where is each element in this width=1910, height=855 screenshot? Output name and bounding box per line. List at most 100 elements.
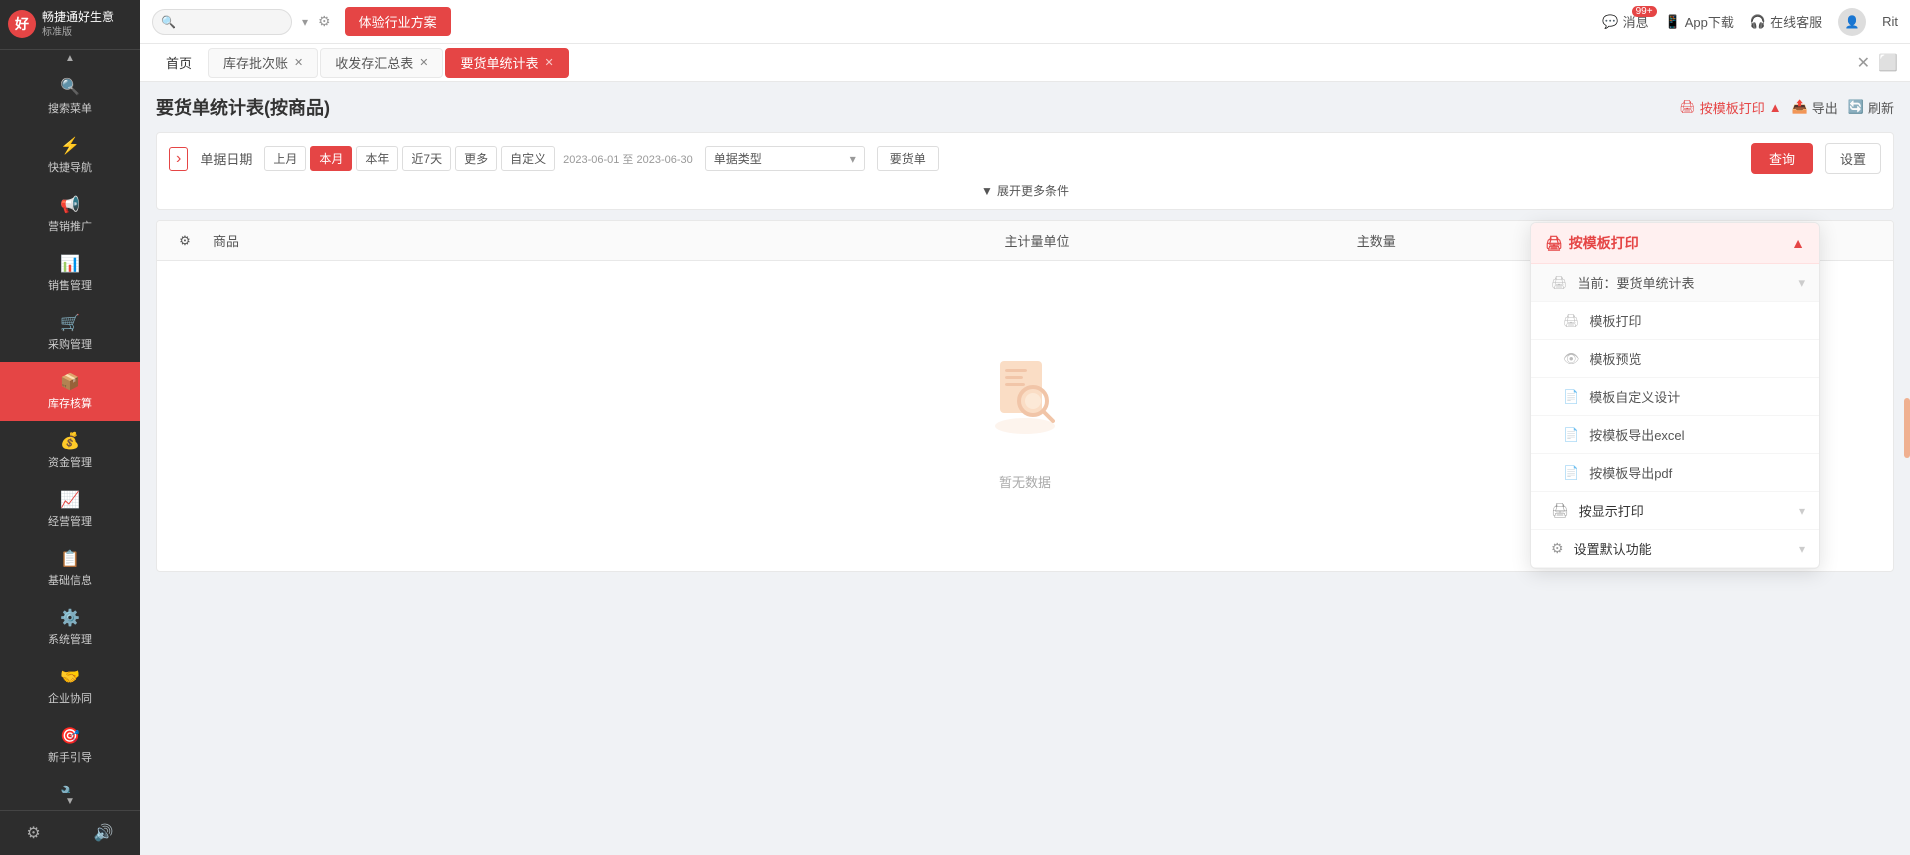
logo-icon: 好 [8,10,36,38]
tab-requisition-stats[interactable]: 要货单统计表 ✕ [445,48,568,78]
goods-filter[interactable]: 要货单 [877,146,939,171]
sidebar-item-sales[interactable]: 📊 销售管理 [0,244,140,303]
date-btn-more[interactable]: 更多 [455,146,497,171]
export-button[interactable]: 📤 导出 [1792,98,1838,117]
user-name: Rit [1882,14,1898,29]
volume-icon[interactable]: 🔊 [90,819,118,847]
export-excel-icon: 📄 [1563,427,1579,443]
sidebar-item-inventory[interactable]: 📦 库存核算 [0,362,140,421]
search-input[interactable] [180,15,270,29]
close-window-button[interactable]: ✕ [1857,53,1870,73]
sidebar-scroll-up[interactable]: ▲ [0,50,140,67]
message-button[interactable]: 💬 消息 99+ [1602,12,1648,31]
topbar-actions: 💬 消息 99+ 📱 App下载 🎧 在线客服 👤 Rit [1602,8,1898,36]
date-btn-this-year[interactable]: 本年 [356,146,398,171]
template-print-item[interactable]: 🖨 模板打印 [1531,302,1819,340]
set-default-item[interactable]: ⚙ 设置默认功能 ▾ [1531,530,1819,568]
tab-batch-accounts[interactable]: 库存批次账 ✕ [208,48,318,78]
sidebar-item-operations[interactable]: 📈 经营管理 [0,480,140,539]
expand-more-btn[interactable]: ▼ 展开更多条件 [981,182,1069,199]
col-settings[interactable]: ⚙ [165,233,205,249]
sidebar-item-search[interactable]: 🔍 搜索菜单 [0,67,140,126]
user-avatar[interactable]: 👤 [1838,8,1866,36]
date-btn-custom[interactable]: 自定义 [501,146,555,171]
tab-collection-summary[interactable]: 收发存汇总表 ✕ [320,48,443,78]
print-dropdown-header: 🖨 按模板打印 ▲ [1531,223,1819,264]
refresh-label: 刷新 [1868,98,1894,117]
sidebar-item-system[interactable]: ⚙️ 系统管理 [0,598,140,657]
app-download-label: App下载 [1685,12,1734,31]
print-dropdown-close-button[interactable]: ▲ [1791,235,1805,251]
date-btn-last-month[interactable]: 上月 [264,146,306,171]
print-label: 按模板打印 [1700,98,1765,117]
maximize-window-button[interactable]: ⬜ [1878,53,1898,73]
sidebar-item-basic[interactable]: 📋 基础信息 [0,539,140,598]
online-service-button[interactable]: 🎧 在线客服 [1750,12,1822,31]
empty-illustration [975,341,1075,460]
current-template-item[interactable]: 🖨 当前：要货单统计表 ▾ [1531,264,1819,302]
sidebar-label-basic: 基础信息 [48,572,92,588]
tab-requisition-stats-close[interactable]: ✕ [545,56,554,69]
type-select[interactable]: 单据类型 ▾ [705,146,865,171]
sidebar-item-finance[interactable]: 💰 资金管理 [0,421,140,480]
export-excel-label: 按模板导出excel [1589,425,1684,444]
sidebar-item-purchase[interactable]: 🛒 采购管理 [0,303,140,362]
set-default-label: 设置默认功能 [1574,539,1652,558]
trial-button[interactable]: 体验行业方案 [345,7,451,36]
display-print-item[interactable]: 🖨 按显示打印 ▾ [1531,492,1819,530]
finance-icon: 💰 [60,431,80,451]
template-preview-item[interactable]: 👁 模板预览 [1531,340,1819,378]
sidebar-item-apps[interactable]: 🔧 应用中心 [0,775,140,793]
sidebar-item-collab[interactable]: 🤝 企业协同 [0,657,140,716]
refresh-button[interactable]: 🔄 刷新 [1848,98,1894,117]
tab-collection-summary-close[interactable]: ✕ [419,56,428,69]
gear-icon[interactable]: ⚙ [318,13,331,30]
system-icon: ⚙️ [60,608,80,628]
filter-expand-icon[interactable]: › [169,147,188,171]
tab-batch-accounts-close[interactable]: ✕ [294,56,303,69]
sidebar-label-collab: 企业协同 [48,690,92,706]
expand-label: 展开更多条件 [997,182,1069,199]
export-pdf-item[interactable]: 📄 按模板导出pdf [1531,454,1819,492]
template-custom-icon: 📄 [1563,389,1579,405]
export-excel-item[interactable]: 📄 按模板导出excel [1531,416,1819,454]
col-quantity: 主数量 [1207,231,1546,250]
print-dropdown: 🖨 按模板打印 ▲ 🖨 当前：要货单统计表 ▾ 🖨 模板打印 👁 模板预览 [1530,222,1820,569]
export-icon: 📤 [1792,99,1808,115]
sidebar-item-marketing[interactable]: 📢 营销推广 [0,185,140,244]
print-dropdown-title: 🖨 按模板打印 [1545,233,1639,253]
collab-icon: 🤝 [60,667,80,687]
settings-button[interactable]: 设置 [1825,143,1881,174]
tab-home[interactable]: 首页 [152,48,206,78]
sidebar-label-operations: 经营管理 [48,513,92,529]
date-btn-this-month[interactable]: 本月 [310,146,352,171]
app-download-icon: 📱 [1665,14,1681,30]
template-custom-item[interactable]: 📄 模板自定义设计 [1531,378,1819,416]
settings-bottom-icon[interactable]: ⚙ [22,819,44,847]
date-btn-7days[interactable]: 近7天 [402,146,451,171]
export-pdf-label: 按模板导出pdf [1589,463,1672,482]
app-download-button[interactable]: 📱 App下载 [1665,12,1734,31]
tabbar: 首页 库存批次账 ✕ 收发存汇总表 ✕ 要货单统计表 ✕ ✕ ⬜ [140,44,1910,82]
tab-batch-accounts-label: 库存批次账 [223,53,288,72]
print-dropdown-title-icon: 🖨 [1545,235,1563,252]
col-quantity-label: 主数量 [1357,234,1396,249]
tab-home-label: 首页 [166,53,192,72]
search-chevron-icon[interactable]: ▾ [302,15,308,29]
sidebar-item-newbie[interactable]: 🎯 新手引导 [0,716,140,775]
search-box[interactable]: 🔍 [152,9,292,35]
print-template-button[interactable]: 🖨 按模板打印 ▲ [1679,98,1781,117]
filter-row: › 单据日期 上月 本月 本年 近7天 更多 自定义 2023-06-01 至 … [169,143,1881,174]
query-button[interactable]: 查询 [1751,143,1813,174]
sales-icon: 📊 [60,254,80,274]
empty-svg [975,341,1075,441]
refresh-icon: 🔄 [1848,99,1864,115]
page-title: 要货单统计表(按商品) [156,94,330,120]
export-label: 导出 [1812,98,1838,117]
sidebar: 好 畅捷通好生意 标准版 ▲ 🔍 搜索菜单 ⚡ 快捷导航 📢 营销推广 📊 销售… [0,0,140,855]
expand-down-icon: ▼ [981,184,993,198]
scroll-indicator [1904,398,1910,458]
sidebar-scroll-down[interactable]: ▼ [0,793,140,810]
sidebar-label-inventory: 库存核算 [48,395,92,411]
sidebar-item-quick-nav[interactable]: ⚡ 快捷导航 [0,126,140,185]
